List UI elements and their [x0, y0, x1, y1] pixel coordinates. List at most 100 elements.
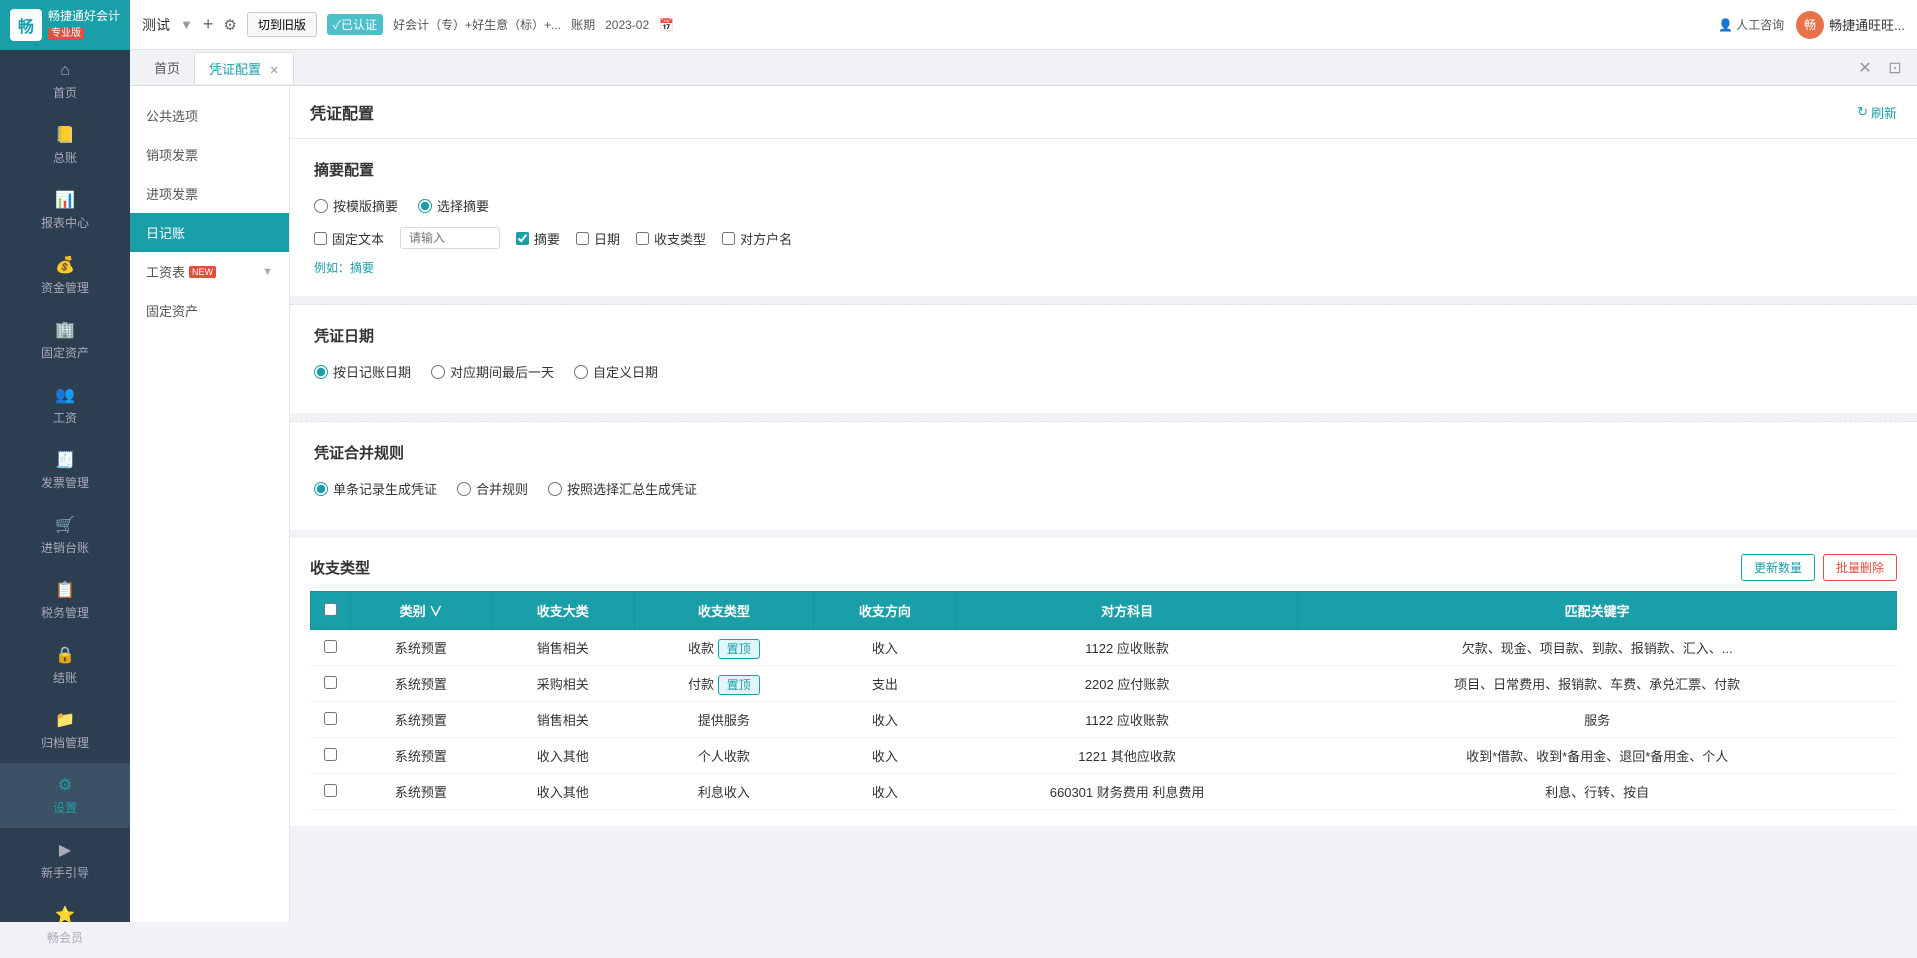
update-count-button[interactable]: 更新数量: [1741, 554, 1815, 581]
checkbox-counterpart[interactable]: 对方户名: [722, 229, 792, 248]
window-expand-icon[interactable]: ⊡: [1883, 56, 1907, 80]
topbar-gear-icon[interactable]: ⚙: [223, 16, 236, 34]
user-profile[interactable]: 畅 畅捷通旺旺...: [1796, 11, 1905, 39]
left-nav-journal[interactable]: 日记账: [130, 213, 289, 252]
refresh-icon: ↻: [1857, 104, 1868, 120]
sidebar-item-funds-label: 资金管理: [41, 279, 89, 296]
row-checkbox-3: [311, 702, 351, 738]
table-header-row: 收支类型 更新数量 批量删除: [310, 554, 1897, 581]
row-big-type-5: 收入其他: [491, 774, 634, 810]
sidebar-item-settings[interactable]: ⚙ 设置: [0, 763, 130, 828]
sidebar-item-archive[interactable]: 📁 归档管理: [0, 698, 130, 763]
sidebar-item-purchase-label: 进销台账: [41, 539, 89, 556]
radio-template-label: 按模版摘要: [333, 196, 398, 215]
sidebar-item-tax[interactable]: 📋 税务管理: [0, 568, 130, 633]
topbar-add-icon[interactable]: +: [203, 14, 214, 35]
income-type-label: 收支类型: [654, 229, 706, 248]
custom-date-label: 自定义日期: [593, 362, 658, 381]
row-category-1: 系统预置: [351, 630, 492, 666]
date-radio-group: 按日记账日期 对应期间最后一天 自定义日期: [314, 362, 1893, 381]
checkbox-fixed-text[interactable]: 固定文本: [314, 229, 384, 248]
sidebar-item-archive-label: 归档管理: [41, 734, 89, 751]
voucher-date-section: 凭证日期 按日记账日期 对应期间最后一天 自定义日期: [290, 305, 1917, 421]
table-actions: 更新数量 批量删除: [1741, 554, 1897, 581]
row-type-4: 个人收款: [634, 738, 813, 774]
row-category-3: 系统预置: [351, 702, 492, 738]
left-nav-public[interactable]: 公共选项: [130, 96, 289, 135]
checkbox-summary[interactable]: 摘要: [516, 229, 560, 248]
window-close-icon[interactable]: ✕: [1853, 56, 1877, 80]
row-keywords-3: 服务: [1298, 702, 1897, 738]
type-tag-2[interactable]: 置顶: [718, 675, 760, 695]
calendar-icon[interactable]: 📅: [659, 18, 674, 32]
summary-radio-group: 按模版摘要 选择摘要: [314, 196, 1893, 215]
ledger-icon: 📒: [55, 125, 75, 145]
sidebar-item-home[interactable]: ⌂ 首页: [0, 50, 130, 113]
left-nav-purchase-invoice[interactable]: 进项发票: [130, 174, 289, 213]
topbar-title: 测试: [142, 15, 170, 35]
sidebar-item-invoices[interactable]: 🧾 发票管理: [0, 438, 130, 503]
app-logo: 畅 畅捷通好会计 专业版: [0, 0, 130, 50]
main-area: 测试 ▼ + ⚙ 切到旧版 ✓已认证 好会计（专）+好生意（标）+... 账期 …: [130, 0, 1917, 922]
tab-voucher-config[interactable]: 凭证配置 ✕: [194, 52, 294, 84]
period-label: 账期: [571, 16, 595, 33]
switch-version-button[interactable]: 切到旧版: [247, 12, 317, 37]
sidebar-item-member[interactable]: ⭐ 畅会员: [0, 893, 130, 958]
summary-check-label: 摘要: [534, 229, 560, 248]
support-button[interactable]: 👤 人工咨询: [1718, 16, 1784, 33]
radio-merge[interactable]: 合并规则: [457, 479, 528, 498]
sidebar-item-funds[interactable]: 💰 资金管理: [0, 243, 130, 308]
sidebar-item-guide[interactable]: ▶ 新手引导: [0, 828, 130, 893]
period-value: 2023-02: [605, 18, 649, 32]
radio-custom-date[interactable]: 自定义日期: [574, 362, 658, 381]
archive-icon: 📁: [55, 710, 75, 730]
radio-single[interactable]: 单条记录生成凭证: [314, 479, 437, 498]
checkbox-date[interactable]: 日期: [576, 229, 620, 248]
checkbox-income-type[interactable]: 收支类型: [636, 229, 706, 248]
th-type: 收支类型: [634, 592, 813, 630]
table-row: 系统预置 销售相关 提供服务 收入 1122 应收账款 服务: [311, 702, 1897, 738]
row-keywords-5: 利息、行转、按自: [1298, 774, 1897, 810]
sidebar-item-tax-label: 税务管理: [41, 604, 89, 621]
last-day-label: 对应期间最后一天: [450, 362, 554, 381]
row-category-5: 系统预置: [351, 774, 492, 810]
left-nav-sales-invoice[interactable]: 销项发票: [130, 135, 289, 174]
select-all-checkbox[interactable]: [324, 603, 337, 616]
row-keywords-4: 收到*借款、收到*备用金、退回*备用金、个人: [1298, 738, 1897, 774]
row-type-5: 利息收入: [634, 774, 813, 810]
page-title: 凭证配置: [310, 100, 374, 124]
type-tag-1[interactable]: 置顶: [718, 639, 760, 659]
topbar-right: 👤 人工咨询 畅 畅捷通旺旺...: [1718, 11, 1905, 39]
single-label: 单条记录生成凭证: [333, 479, 437, 498]
row-subject-4: 1221 其他应收款: [956, 738, 1298, 774]
row-big-type-2: 采购相关: [491, 666, 634, 702]
sidebar-item-guide-label: 新手引导: [41, 864, 89, 881]
radio-last-day[interactable]: 对应期间最后一天: [431, 362, 554, 381]
sidebar-item-ledger[interactable]: 📒 总账: [0, 113, 130, 178]
radio-journal-date[interactable]: 按日记账日期: [314, 362, 411, 381]
refresh-button[interactable]: ↻ 刷新: [1857, 103, 1897, 122]
sidebar-item-closing[interactable]: 🔒 结账: [0, 633, 130, 698]
sidebar-item-salary[interactable]: 👥 工资: [0, 373, 130, 438]
tab-close-icon[interactable]: ✕: [270, 65, 279, 77]
batch-delete-button[interactable]: 批量删除: [1823, 554, 1897, 581]
topbar-dropdown-icon[interactable]: ▼: [180, 17, 193, 32]
income-expense-section: 收支类型 更新数量 批量删除 类别 ∨: [290, 538, 1917, 826]
sidebar-item-salary-label: 工资: [53, 409, 77, 426]
sidebar-item-invoices-label: 发票管理: [41, 474, 89, 491]
fixed-text-input[interactable]: [400, 227, 500, 249]
radio-select-summary[interactable]: 选择摘要: [418, 196, 489, 215]
th-category: 类别 ∨: [351, 592, 492, 630]
radio-template-summary[interactable]: 按模版摘要: [314, 196, 398, 215]
tab-home[interactable]: 首页: [140, 52, 194, 83]
sidebar-item-home-label: 首页: [53, 84, 77, 101]
left-nav-fixed-assets[interactable]: 固定资产: [130, 291, 289, 330]
sidebar-item-purchase[interactable]: 🛒 进销台账: [0, 503, 130, 568]
left-nav-payroll[interactable]: 工资表 NEW ▼: [130, 252, 289, 291]
sidebar: 畅 畅捷通好会计 专业版 ⌂ 首页 📒 总账 📊 报表中心 💰 资金管理 🏢 固…: [0, 0, 130, 922]
radio-summary-gen[interactable]: 按照选择汇总生成凭证: [548, 479, 697, 498]
sidebar-item-assets[interactable]: 🏢 固定资产: [0, 308, 130, 373]
topbar-tags: 好会计（专）+好生意（标）+...: [393, 16, 561, 33]
sidebar-item-reports[interactable]: 📊 报表中心: [0, 178, 130, 243]
salary-icon: 👥: [55, 385, 75, 405]
